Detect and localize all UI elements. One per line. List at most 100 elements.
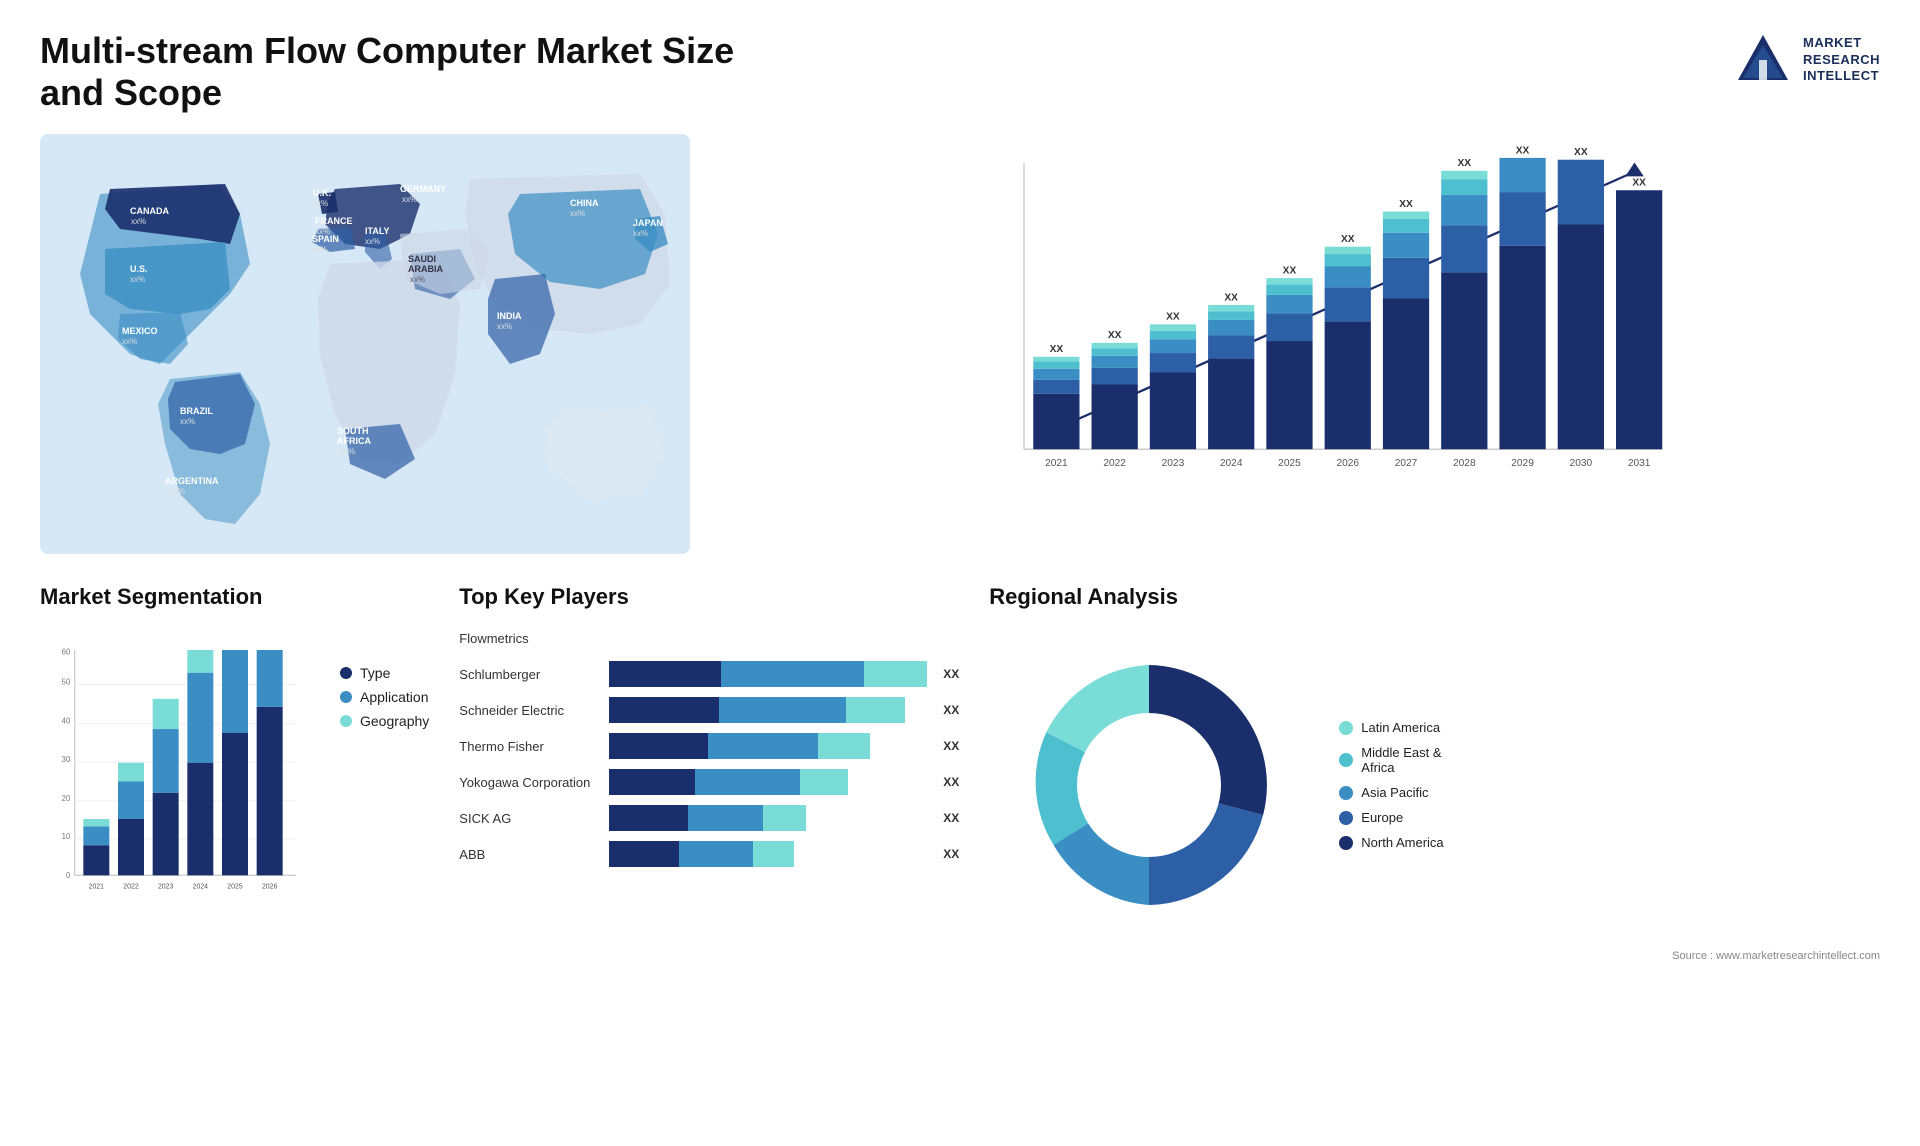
donut-legend: Latin America Middle East &Africa Asia P…: [1339, 720, 1443, 850]
svg-text:XX: XX: [1108, 330, 1122, 341]
top-section: CANADA xx% U.S. xx% MEXICO xx% BRAZIL xx…: [40, 134, 1880, 554]
svg-text:2022: 2022: [123, 883, 139, 890]
svg-text:60: 60: [62, 647, 71, 656]
world-map: CANADA xx% U.S. xx% MEXICO xx% BRAZIL xx…: [40, 134, 690, 554]
player-bar: [609, 661, 927, 687]
bar-seg-dark: [609, 769, 695, 795]
bar-seg-mid: [688, 805, 763, 831]
svg-text:xx%: xx%: [633, 229, 648, 238]
player-bar: [609, 769, 847, 795]
segmentation-title: Market Segmentation: [40, 584, 429, 610]
label-europe: Europe: [1361, 810, 1403, 825]
svg-text:AFRICA: AFRICA: [337, 436, 371, 446]
svg-text:2028: 2028: [1453, 458, 1476, 469]
player-name: Flowmetrics: [459, 631, 599, 646]
players-title: Top Key Players: [459, 584, 959, 610]
svg-text:SPAIN: SPAIN: [312, 234, 339, 244]
player-name: ABB: [459, 847, 599, 862]
player-bar-wrap: [609, 697, 927, 723]
logo: MARKET RESEARCH INTELLECT: [1733, 30, 1880, 90]
growth-chart-svg: XX 2021 XX 2022 XX 2023 XX 20: [780, 144, 1860, 514]
svg-text:10: 10: [62, 832, 71, 841]
svg-text:20: 20: [62, 794, 71, 803]
player-row: Thermo Fisher XX: [459, 733, 959, 759]
svg-text:BRAZIL: BRAZIL: [180, 406, 213, 416]
legend-north-america: North America: [1339, 835, 1443, 850]
svg-text:xx%: xx%: [340, 447, 355, 456]
label-mea: Middle East &Africa: [1361, 745, 1441, 775]
legend-europe: Europe: [1339, 810, 1443, 825]
svg-text:U.K.: U.K.: [313, 188, 331, 198]
player-row: SICK AG XX: [459, 805, 959, 831]
svg-text:2021: 2021: [1045, 458, 1068, 469]
svg-text:xx%: xx%: [402, 195, 417, 204]
players-list: Flowmetrics Schlumberger XX Schneider: [459, 625, 959, 867]
svg-text:2023: 2023: [158, 883, 174, 890]
svg-text:2025: 2025: [1278, 458, 1301, 469]
dot-asia-pacific: [1339, 786, 1353, 800]
player-val: XX: [943, 847, 959, 861]
player-row: Flowmetrics: [459, 625, 959, 651]
svg-text:ITALY: ITALY: [365, 226, 390, 236]
bar-seg-mid: [679, 841, 753, 867]
svg-text:XX: XX: [1166, 312, 1180, 323]
svg-text:2024: 2024: [193, 883, 209, 890]
svg-text:ARGENTINA: ARGENTINA: [165, 476, 219, 486]
player-val: XX: [943, 703, 959, 717]
legend-geography: Geography: [340, 713, 429, 729]
dot-latin-america: [1339, 721, 1353, 735]
legend-application: Application: [340, 689, 429, 705]
legend-label-application: Application: [360, 689, 429, 705]
svg-text:xx%: xx%: [312, 245, 327, 254]
svg-text:xx%: xx%: [130, 275, 145, 284]
legend-label-geography: Geography: [360, 713, 429, 729]
svg-text:2031: 2031: [1628, 458, 1651, 469]
bar-seg-dark: [609, 661, 720, 687]
player-bar: [609, 805, 806, 831]
svg-text:CHINA: CHINA: [570, 198, 599, 208]
svg-text:2024: 2024: [1220, 458, 1243, 469]
player-bar: [609, 697, 905, 723]
svg-text:FRANCE: FRANCE: [315, 216, 353, 226]
svg-text:XX: XX: [1399, 199, 1413, 210]
player-row: Schneider Electric XX: [459, 697, 959, 723]
label-asia-pacific: Asia Pacific: [1361, 785, 1428, 800]
player-val: XX: [943, 811, 959, 825]
svg-text:xx%: xx%: [570, 209, 585, 218]
regional-section: Regional Analysis: [989, 584, 1880, 1044]
svg-text:JAPAN: JAPAN: [633, 218, 663, 228]
player-bar-wrap: [609, 805, 927, 831]
svg-text:U.S.: U.S.: [130, 264, 148, 274]
player-bar-wrap: [609, 841, 927, 867]
legend-type: Type: [340, 665, 429, 681]
svg-text:GERMANY: GERMANY: [400, 184, 446, 194]
svg-text:2023: 2023: [1162, 458, 1185, 469]
svg-text:SAUDI: SAUDI: [408, 254, 436, 264]
source-text: Source : www.marketresearchintellect.com: [989, 950, 1880, 962]
svg-text:30: 30: [62, 755, 71, 764]
svg-text:xx%: xx%: [410, 275, 425, 284]
dot-europe: [1339, 811, 1353, 825]
player-row: Yokogawa Corporation XX: [459, 769, 959, 795]
bar-seg-dark: [609, 805, 688, 831]
legend-dot-geography: [340, 715, 352, 727]
legend-label-type: Type: [360, 665, 390, 681]
donut-chart: [989, 625, 1309, 945]
bar-seg-dark: [609, 697, 718, 723]
player-name: Schneider Electric: [459, 703, 599, 718]
page-header: Multi-stream Flow Computer Market Size a…: [40, 30, 1880, 114]
svg-text:2026: 2026: [262, 883, 278, 890]
player-name: Yokogawa Corporation: [459, 775, 599, 790]
svg-text:2025: 2025: [227, 883, 243, 890]
svg-text:2027: 2027: [1395, 458, 1418, 469]
bar-seg-dark: [609, 733, 708, 759]
dot-north-america: [1339, 836, 1353, 850]
legend-latin-america: Latin America: [1339, 720, 1443, 735]
bar-seg-light: [846, 697, 905, 723]
legend-dot-application: [340, 691, 352, 703]
svg-text:XX: XX: [1224, 292, 1238, 303]
svg-text:xx%: xx%: [131, 217, 146, 226]
player-val: XX: [943, 775, 959, 789]
svg-text:XX: XX: [1632, 178, 1646, 189]
svg-text:SOUTH: SOUTH: [337, 426, 369, 436]
